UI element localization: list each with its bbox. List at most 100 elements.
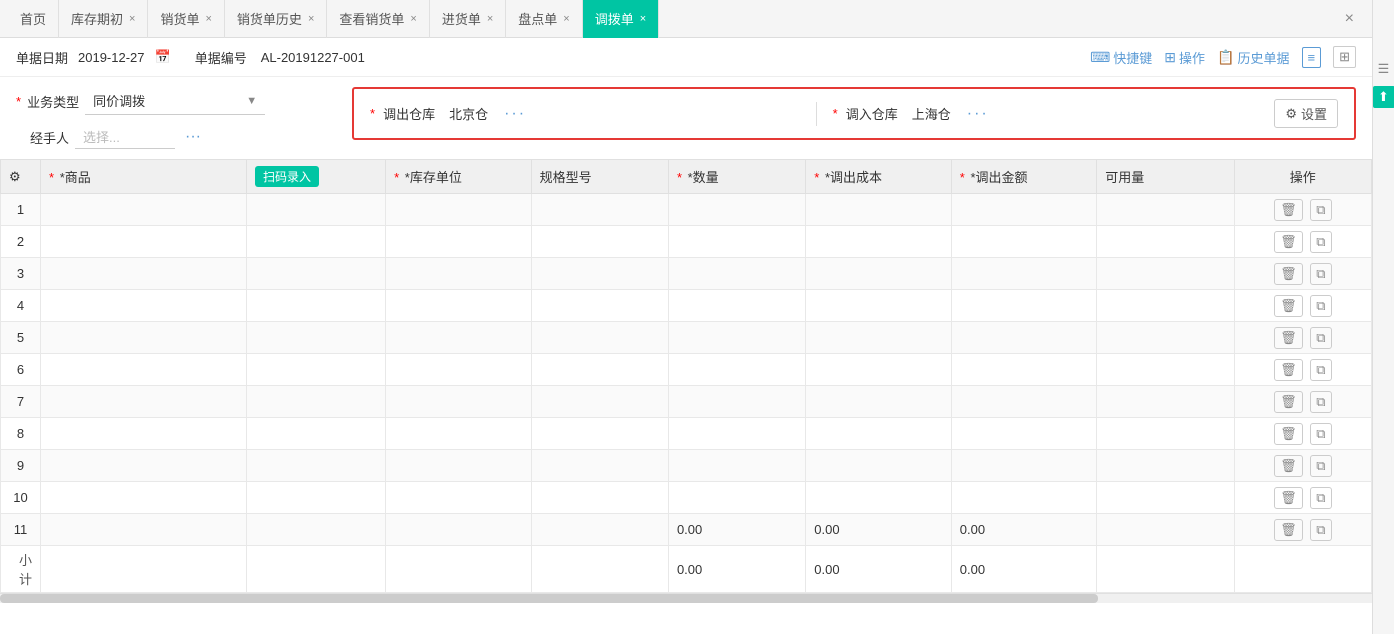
row-qty-6[interactable] [668,354,805,386]
row-copy-btn-3[interactable]: ⧉ [1310,263,1331,285]
th-gear[interactable]: ⚙ [1,160,41,194]
row-unit-8[interactable] [386,418,532,450]
tab-inventory-init-close[interactable]: × [129,13,135,25]
handler-more-icon[interactable]: ··· [185,128,201,146]
row-product-3[interactable] [41,258,247,290]
row-unit-6[interactable] [386,354,532,386]
tab-inventory-count-close[interactable]: × [563,13,569,25]
handler-select[interactable]: 选择... [75,125,175,149]
row-cost-9[interactable] [806,450,952,482]
row-cost-4[interactable] [806,290,952,322]
row-product-9[interactable] [41,450,247,482]
row-copy-btn-5[interactable]: ⧉ [1310,327,1331,349]
row-unit-10[interactable] [386,482,532,514]
row-amount-5[interactable] [951,322,1097,354]
row-amount-7[interactable] [951,386,1097,418]
row-delete-btn-4[interactable]: 🗑 [1274,295,1303,317]
row-spec-3[interactable] [531,258,668,290]
row-delete-btn-8[interactable]: 🗑 [1274,423,1303,445]
scan-button[interactable]: 扫码录入 [255,166,319,187]
row-amount-9[interactable] [951,450,1097,482]
row-qty-1[interactable] [668,194,805,226]
row-delete-btn-9[interactable]: 🗑 [1274,455,1303,477]
row-spec-2[interactable] [531,226,668,258]
business-type-select[interactable]: 同价调拨 ▼ [85,87,265,115]
tab-sales-history[interactable]: 销货单历史 × [225,0,327,38]
row-delete-btn-6[interactable]: 🗑 [1274,359,1303,381]
th-scan[interactable]: 扫码录入 [247,160,386,194]
sidebar-export-icon[interactable]: ⬆ [1373,86,1394,108]
row-cost-7[interactable] [806,386,952,418]
row-unit-9[interactable] [386,450,532,482]
row-product-7[interactable] [41,386,247,418]
row-copy-btn-8[interactable]: ⧉ [1310,423,1331,445]
tab-view-sales[interactable]: 查看销货单 × [327,0,429,38]
row-qty-2[interactable] [668,226,805,258]
row-qty-9[interactable] [668,450,805,482]
row-copy-btn-7[interactable]: ⧉ [1310,391,1331,413]
row-copy-btn-4[interactable]: ⧉ [1310,295,1331,317]
row-delete-btn-10[interactable]: 🗑 [1274,487,1303,509]
setting-button[interactable]: ⚙ 设置 [1274,99,1338,128]
tab-view-sales-close[interactable]: × [410,13,416,25]
row-unit-7[interactable] [386,386,532,418]
row-qty-5[interactable] [668,322,805,354]
row-copy-btn-9[interactable]: ⧉ [1310,455,1331,477]
row-spec-7[interactable] [531,386,668,418]
row-spec-1[interactable] [531,194,668,226]
row-amount-2[interactable] [951,226,1097,258]
row-spec-10[interactable] [531,482,668,514]
row-amount-6[interactable] [951,354,1097,386]
tab-inventory-init[interactable]: 库存期初 × [59,0,148,38]
row-spec-8[interactable] [531,418,668,450]
row-copy-btn-6[interactable]: ⧉ [1310,359,1331,381]
shortcuts-button[interactable]: ⌨ 快捷键 [1090,48,1152,67]
view-toggle-grid[interactable]: ⊞ [1333,46,1356,68]
tab-transfer-order[interactable]: 调拨单 × [583,0,659,38]
operations-button[interactable]: ⊞ 操作 [1164,48,1205,67]
row-delete-btn-7[interactable]: 🗑 [1274,391,1303,413]
row-unit-4[interactable] [386,290,532,322]
row-delete-btn-2[interactable]: 🗑 [1274,231,1303,253]
sidebar-list-icon[interactable]: ☰ [1375,60,1393,78]
row-spec-9[interactable] [531,450,668,482]
view-toggle-list[interactable]: ≡ [1302,47,1322,68]
row-unit-1[interactable] [386,194,532,226]
row-product-4[interactable] [41,290,247,322]
tab-home[interactable]: 首页 [8,0,59,38]
row-cost-6[interactable] [806,354,952,386]
row-delete-btn-1[interactable]: 🗑 [1274,199,1303,221]
tab-purchase-order[interactable]: 进货单 × [430,0,506,38]
row-cost-2[interactable] [806,226,952,258]
tab-sales-order-close[interactable]: × [205,13,211,25]
history-button[interactable]: 📋 历史单据 [1217,48,1289,67]
row-amount-3[interactable] [951,258,1097,290]
calendar-icon[interactable]: 📅 [155,49,171,65]
tab-sales-history-close[interactable]: × [308,13,314,25]
tab-sales-order[interactable]: 销货单 × [148,0,224,38]
row-spec-4[interactable] [531,290,668,322]
row-copy-btn-2[interactable]: ⧉ [1310,231,1331,253]
row-cost-10[interactable] [806,482,952,514]
row-spec-6[interactable] [531,354,668,386]
warehouse-out-more-icon[interactable]: ··· [496,105,534,123]
subtotal-copy-btn[interactable]: ⧉ [1310,519,1331,541]
horizontal-scrollbar[interactable] [0,593,1372,603]
row-copy-btn-1[interactable]: ⧉ [1310,199,1331,221]
row-product-10[interactable] [41,482,247,514]
row-product-2[interactable] [41,226,247,258]
row-delete-btn-3[interactable]: 🗑 [1274,263,1303,285]
window-close-button[interactable]: × [1335,10,1364,28]
row-spec-5[interactable] [531,322,668,354]
row-copy-btn-10[interactable]: ⧉ [1310,487,1331,509]
row-cost-8[interactable] [806,418,952,450]
subtotal-delete-btn[interactable]: 🗑 [1274,519,1303,541]
row-cost-1[interactable] [806,194,952,226]
row-delete-btn-5[interactable]: 🗑 [1274,327,1303,349]
tab-transfer-order-close[interactable]: × [640,13,646,25]
tab-purchase-order-close[interactable]: × [487,13,493,25]
row-product-1[interactable] [41,194,247,226]
row-amount-4[interactable] [951,290,1097,322]
warehouse-in-more-icon[interactable]: ··· [959,105,997,123]
row-qty-3[interactable] [668,258,805,290]
